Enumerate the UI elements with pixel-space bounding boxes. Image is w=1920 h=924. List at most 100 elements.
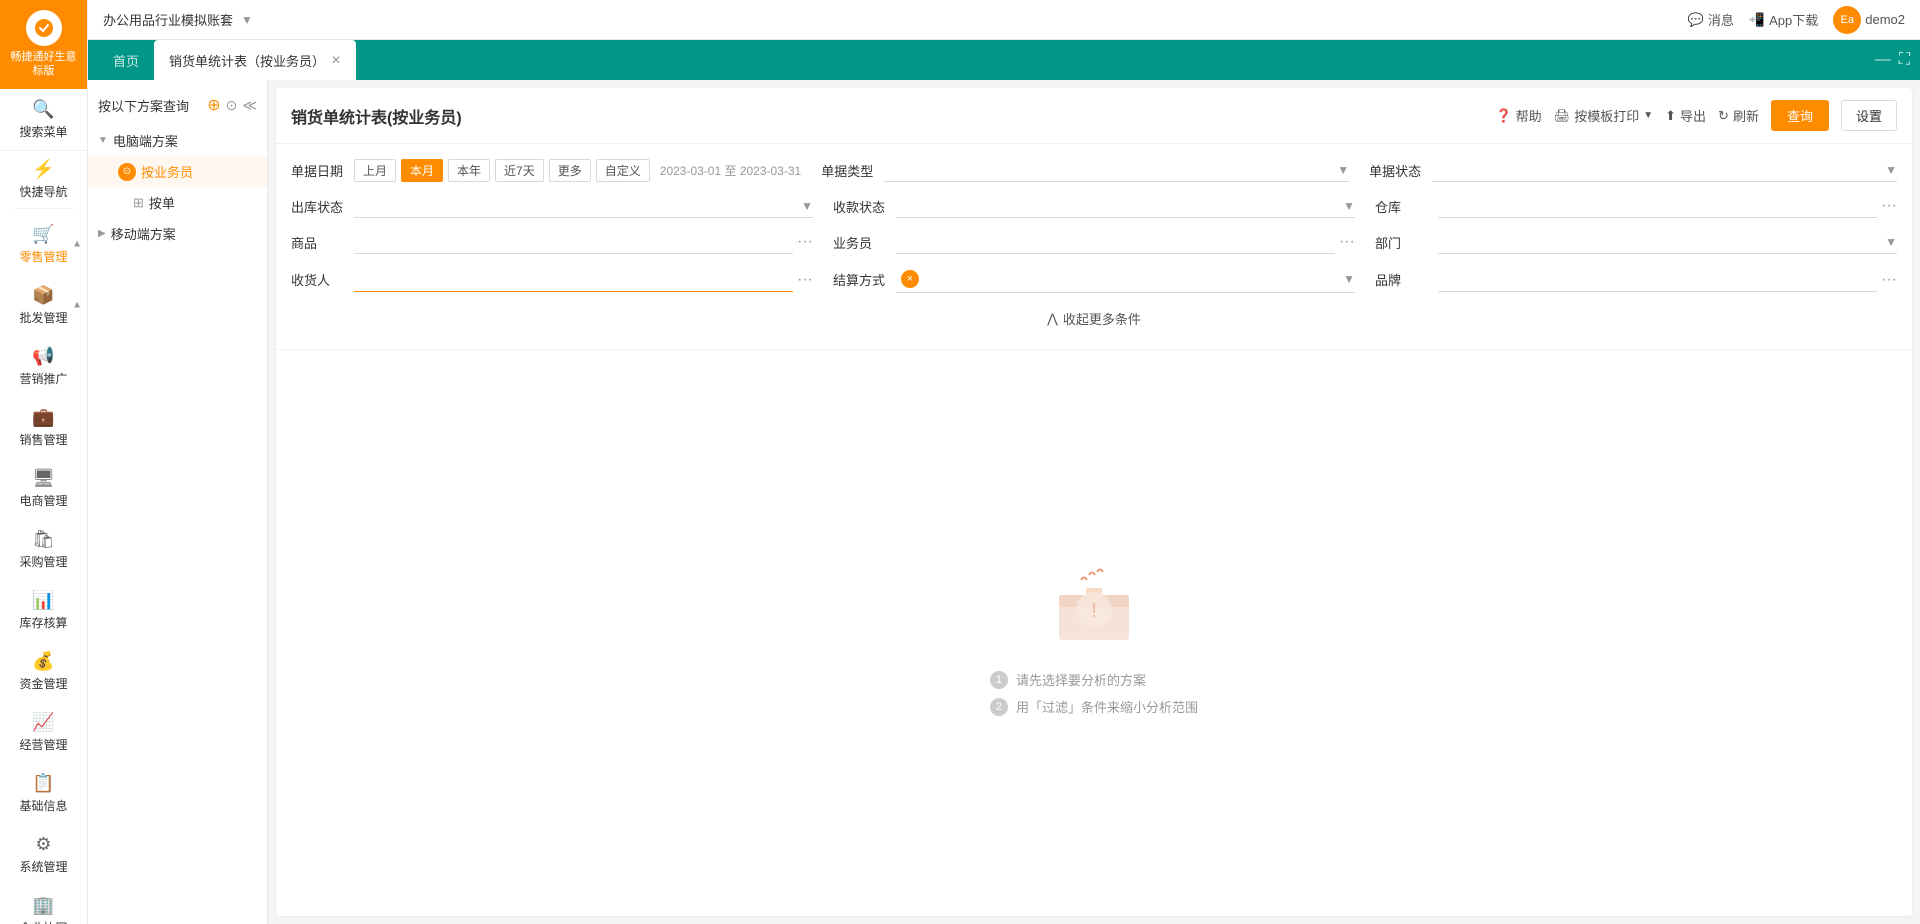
sidebar-item-ecommerce[interactable]: 🖥 电商管理	[0, 458, 87, 519]
salesperson-label: 业务员	[833, 233, 888, 252]
goods-dots-btn[interactable]: ···	[797, 233, 813, 251]
goods-input[interactable]	[354, 230, 793, 254]
date-this-year-btn[interactable]: 本年	[448, 159, 490, 182]
sidebar-item-sales[interactable]: 💼 销售管理	[0, 397, 87, 458]
message-btn[interactable]: 💬 消息	[1688, 10, 1734, 29]
filter-salesperson: 业务员 ···	[833, 230, 1355, 254]
doc-type-label: 单据类型	[821, 161, 876, 180]
finance-icon: 💰	[32, 651, 54, 672]
sidebar-item-enterprise[interactable]: 🏢 企业协同	[0, 885, 87, 924]
logo-text: 畅捷通好生意 标版	[5, 50, 83, 79]
filter-warehouse: 仓库 ···	[1375, 194, 1897, 218]
date-label: 单据日期	[291, 161, 346, 180]
system-icon: ⚙	[35, 834, 51, 855]
marketing-icon: 📢	[32, 346, 54, 367]
date-this-month-btn[interactable]: 本月	[401, 159, 443, 182]
tab-maximize-icon[interactable]: ⛶	[1899, 51, 1910, 69]
doc-status-label: 单据状态	[1369, 161, 1424, 180]
tab-home[interactable]: 首页	[98, 40, 154, 80]
logo-icon	[26, 10, 62, 46]
right-panel: 销货单统计表(按业务员) ❓ 帮助 🖨 按模板打印 ▼ ⬆ 导出	[276, 88, 1912, 916]
account-dropdown-icon[interactable]: ▼	[241, 13, 253, 27]
sidebar-search-item[interactable]: 🔍 搜索菜单	[0, 89, 87, 151]
department-select[interactable]: ▼	[1438, 231, 1897, 254]
tip-num-2: 2	[990, 698, 1008, 716]
page-actions: ❓ 帮助 🖨 按模板打印 ▼ ⬆ 导出 ↻ 刷新	[1495, 100, 1897, 131]
brand-input[interactable]	[1438, 268, 1877, 292]
sidebar-item-retail[interactable]: 🛒 零售管理 ▲	[0, 214, 87, 275]
sidebar-logo[interactable]: 畅捷通好生意 标版	[0, 0, 88, 89]
department-arrow-icon: ▼	[1885, 235, 1897, 249]
warehouse-dots-btn[interactable]: ···	[1881, 197, 1897, 215]
payment-status-select[interactable]: ▼	[896, 195, 1355, 218]
tree-parent-mobile[interactable]: ▶ 移动端方案	[88, 218, 267, 249]
empty-tip-2: 2 用「过滤」条件来缩小分析范围	[990, 697, 1198, 716]
tree-arrow-right-icon: ▶	[98, 228, 106, 239]
doc-status-arrow-icon: ▼	[1885, 163, 1897, 177]
date-last-month-btn[interactable]: 上月	[354, 159, 396, 182]
warehouse-label: 仓库	[1375, 197, 1430, 216]
salesperson-dots-btn[interactable]: ···	[1339, 233, 1355, 251]
filter-row-2: 出库状态 ▼ 收款状态 ▼ 仓库	[291, 194, 1897, 218]
date-custom-btn[interactable]: 自定义	[596, 159, 650, 182]
purchase-icon: 🛍	[32, 529, 55, 550]
export-btn[interactable]: ⬆ 导出	[1665, 106, 1706, 125]
app-download-btn[interactable]: 📲 App下载	[1749, 10, 1818, 29]
collapse-btn[interactable]: ⋀ 收起更多条件	[1032, 303, 1156, 334]
sidebar-item-operation[interactable]: 📈 经营管理	[0, 702, 87, 763]
sidebar-shortcut-item[interactable]: ⚡ 快捷导航	[14, 151, 72, 209]
sidebar-item-marketing[interactable]: 📢 营销推广	[0, 336, 87, 397]
collapse-scheme-icon[interactable]: ≪	[242, 97, 257, 114]
out-status-arrow-icon: ▼	[801, 199, 813, 213]
tab-sales-stats[interactable]: 销货单统计表（按业务员） ✕	[154, 40, 356, 80]
download-icon: 📲	[1749, 12, 1765, 28]
date-more-btn[interactable]: 更多	[549, 159, 591, 182]
doc-type-arrow-icon: ▼	[1337, 163, 1349, 177]
enterprise-icon: 🏢	[32, 895, 54, 916]
date-7days-btn[interactable]: 近7天	[495, 159, 544, 182]
warehouse-input[interactable]	[1438, 194, 1877, 218]
user-menu-btn[interactable]: Ea demo2	[1833, 6, 1905, 34]
refresh-icon: ↻	[1718, 108, 1729, 124]
sidebar-item-system[interactable]: ⚙ 系统管理	[0, 824, 87, 885]
settlement-select[interactable]: × ▼	[896, 266, 1355, 293]
page-title: 销货单统计表(按业务员)	[291, 104, 462, 128]
wholesale-icon: 📦	[32, 285, 54, 306]
shortcut-icon: ⚡	[19, 159, 67, 180]
sidebar-item-basic[interactable]: 📋 基础信息	[0, 763, 87, 824]
filter-date: 单据日期 上月 本月 本年 近7天 更多 自定义 2023-03-01 至 20…	[291, 159, 801, 182]
filter-area: 单据日期 上月 本月 本年 近7天 更多 自定义 2023-03-01 至 20…	[276, 144, 1912, 350]
print-btn[interactable]: 🖨 按模板打印 ▼	[1554, 106, 1653, 125]
out-status-select[interactable]: ▼	[354, 195, 813, 218]
date-range-text: 2023-03-01 至 2023-03-31	[660, 162, 801, 179]
sidebar-item-finance[interactable]: 💰 资金管理	[0, 641, 87, 702]
help-btn[interactable]: ❓ 帮助	[1495, 106, 1541, 125]
sidebar-nav: 🛒 零售管理 ▲ 📦 批发管理 ▲ 📢 营销推广 💼 销售管理 🖥 电商管理 🛍…	[0, 209, 87, 924]
settings-scheme-icon[interactable]: ⊙	[226, 97, 238, 114]
tab-bar: 首页 销货单统计表（按业务员） ✕ — ⛶	[88, 40, 1920, 80]
tree-parent-desktop[interactable]: ▼ 电脑端方案	[88, 125, 267, 156]
brand-dots-btn[interactable]: ···	[1881, 271, 1897, 289]
print-dropdown-icon: ▼	[1643, 110, 1653, 121]
empty-tips: 1 请先选择要分析的方案 2 用「过滤」条件来缩小分析范围	[990, 670, 1198, 716]
sidebar-item-wholesale[interactable]: 📦 批发管理 ▲	[0, 275, 87, 336]
salesperson-input[interactable]	[896, 230, 1335, 254]
active-scheme-icon: ⊙	[118, 163, 136, 181]
tree-subchild-by-doc[interactable]: ⊞ 按单	[88, 187, 267, 218]
tab-close-icon[interactable]: ✕	[331, 53, 341, 67]
add-scheme-icon[interactable]: ⊕	[207, 95, 220, 115]
refresh-btn[interactable]: ↻ 刷新	[1718, 106, 1759, 125]
query-btn[interactable]: 查询	[1771, 100, 1829, 131]
receiver-dots-btn[interactable]: ···	[797, 271, 813, 289]
page-content: 按以下方案查询 ⊕ ⊙ ≪ ▼ 电脑端方案 ⊙ 按业务员 ⊞ 按单	[88, 80, 1920, 924]
doc-type-select[interactable]: ▼	[884, 159, 1349, 182]
settlement-clear-btn[interactable]: ×	[901, 270, 919, 288]
sidebar-item-purchase[interactable]: 🛍 采购管理	[0, 519, 87, 580]
ecommerce-icon: 🖥	[32, 468, 55, 489]
sidebar-item-inventory[interactable]: 📊 库存核算	[0, 580, 87, 641]
receiver-input[interactable]	[354, 268, 793, 292]
doc-status-select[interactable]: ▼	[1432, 159, 1897, 182]
tab-minimize-icon[interactable]: —	[1875, 51, 1891, 69]
settings-btn[interactable]: 设置	[1841, 100, 1897, 131]
tree-child-by-salesperson[interactable]: ⊙ 按业务员	[88, 156, 267, 187]
